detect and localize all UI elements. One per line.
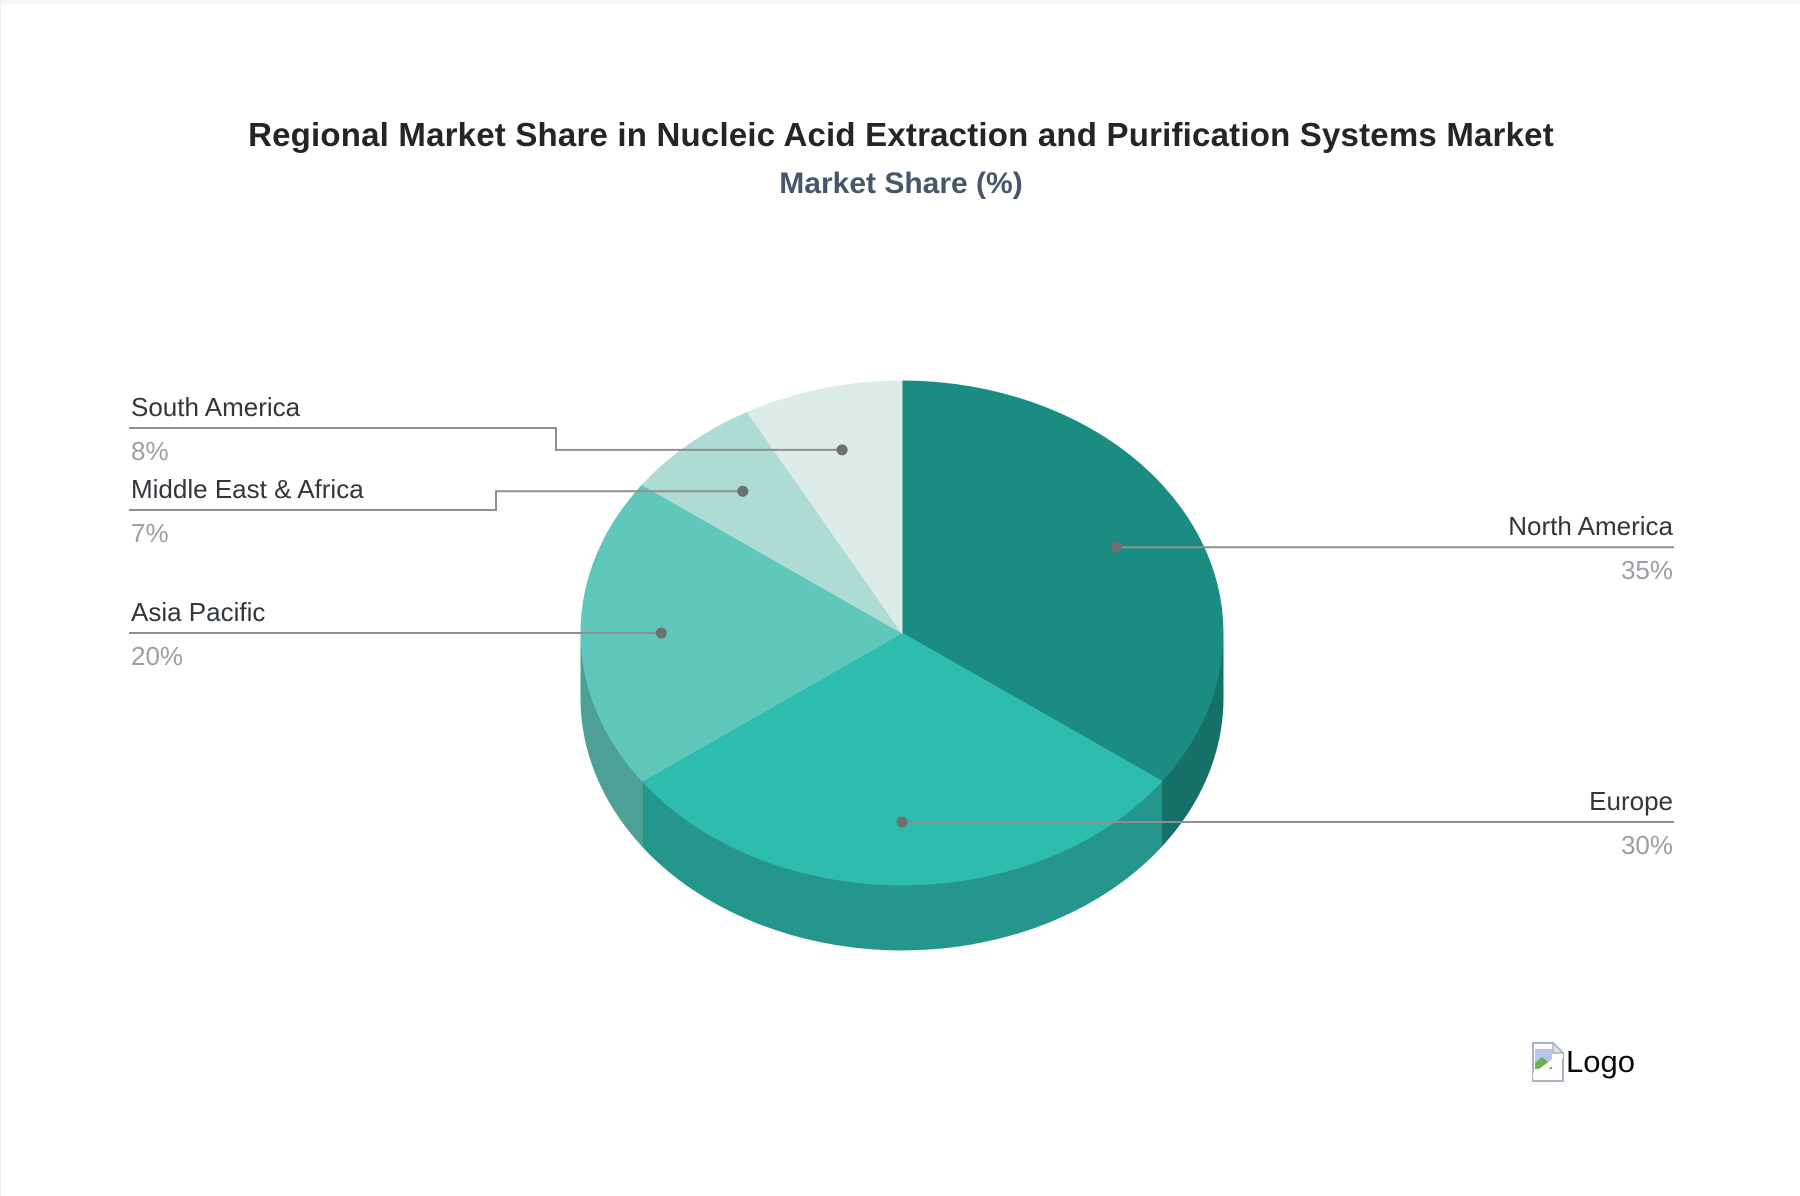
label-dot-south-america <box>837 444 848 455</box>
logo-container: Logo <box>1531 1040 1635 1084</box>
label-dot-asia-pacific <box>656 628 667 639</box>
logo-alt-text: Logo <box>1566 1040 1635 1084</box>
broken-image-icon <box>1531 1040 1565 1084</box>
label-dot-north-america <box>1111 542 1122 553</box>
label-dot-middle-east-africa <box>737 486 748 497</box>
pie-chart-canvas[interactable] <box>1 0 1800 1196</box>
label-dot-europe <box>897 817 908 828</box>
chart-page: Regional Market Share in Nucleic Acid Ex… <box>0 0 1800 1196</box>
